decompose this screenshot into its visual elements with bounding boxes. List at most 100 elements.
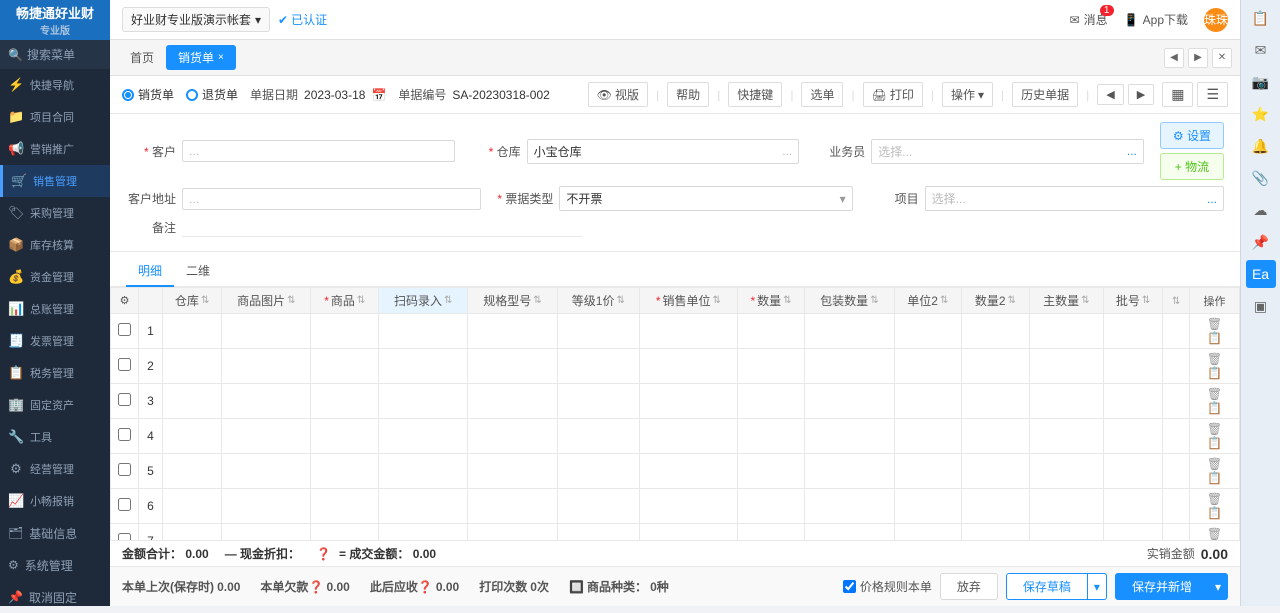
sidebar-item-basicinfo[interactable]: 🗂 基础信息 bbox=[0, 517, 110, 549]
sidebar-search[interactable]: 🔍 搜索菜单 bbox=[0, 40, 110, 69]
row-sale-unit[interactable] bbox=[640, 454, 738, 489]
row-unit2[interactable] bbox=[894, 384, 962, 419]
tab-sale-order[interactable]: 销货单 × bbox=[166, 45, 236, 70]
row-select[interactable] bbox=[111, 314, 139, 349]
right-panel-btn-8[interactable]: 📌 bbox=[1246, 228, 1276, 256]
th-expand[interactable]: ⇅ bbox=[1163, 288, 1190, 314]
copy-icon[interactable]: 📋 bbox=[1207, 471, 1222, 485]
row-pack-qty[interactable] bbox=[805, 524, 894, 541]
row-batch[interactable] bbox=[1103, 349, 1162, 384]
sidebar-item-invoices[interactable]: 🧾 发票管理 bbox=[0, 325, 110, 357]
row-expand[interactable] bbox=[1163, 489, 1190, 524]
btn-shortcut[interactable]: 快捷键 bbox=[728, 82, 782, 107]
delete-icon[interactable]: 🗑 bbox=[1207, 317, 1222, 331]
btn-view-list[interactable]: ☰ bbox=[1197, 82, 1228, 107]
row-expand[interactable] bbox=[1163, 454, 1190, 489]
btn-abandon[interactable]: 放弃 bbox=[940, 573, 998, 600]
row-spec[interactable] bbox=[468, 524, 557, 541]
th-scan-entry[interactable]: 扫码录入⇅ bbox=[379, 288, 468, 314]
btn-save-new-arrow[interactable]: ▾ bbox=[1209, 573, 1228, 600]
right-panel-btn-6[interactable]: 📎 bbox=[1246, 164, 1276, 192]
row-qty2[interactable] bbox=[962, 454, 1030, 489]
sidebar-item-operations[interactable]: ⚙ 经营管理 bbox=[0, 453, 110, 485]
row-main-qty[interactable] bbox=[1029, 454, 1103, 489]
price-rule-check[interactable] bbox=[843, 580, 856, 593]
row-product-img[interactable] bbox=[222, 349, 311, 384]
th-batch[interactable]: 批号⇅ bbox=[1103, 288, 1162, 314]
note-input[interactable] bbox=[182, 217, 582, 237]
row-warehouse[interactable] bbox=[163, 349, 222, 384]
sidebar-item-funds[interactable]: 💰 资金管理 bbox=[0, 261, 110, 293]
row-price[interactable] bbox=[557, 524, 640, 541]
row-qty2[interactable] bbox=[962, 349, 1030, 384]
sidebar-item-sales[interactable]: 🛒 销售管理 bbox=[0, 165, 110, 197]
row-product-img[interactable] bbox=[222, 524, 311, 541]
row-product[interactable] bbox=[311, 349, 379, 384]
row-scan[interactable] bbox=[379, 524, 468, 541]
th-main-qty[interactable]: 主数量⇅ bbox=[1029, 288, 1103, 314]
warehouse-input[interactable]: 小宝仓库 ... bbox=[527, 139, 800, 164]
project-input[interactable]: 选择... ... bbox=[925, 186, 1224, 211]
tab-detail[interactable]: 明细 bbox=[126, 258, 174, 287]
row-product[interactable] bbox=[311, 314, 379, 349]
calendar-icon[interactable]: 📅 bbox=[371, 88, 386, 102]
row-price[interactable] bbox=[557, 384, 640, 419]
sidebar-item-projects[interactable]: 📁 项目合同 bbox=[0, 101, 110, 133]
row-unit2[interactable] bbox=[894, 489, 962, 524]
row-quantity[interactable] bbox=[737, 349, 805, 384]
row-select[interactable] bbox=[111, 524, 139, 541]
row-product[interactable] bbox=[311, 524, 379, 541]
btn-preview[interactable]: 👁 视版 bbox=[588, 82, 648, 107]
copy-icon[interactable]: 📋 bbox=[1207, 506, 1222, 520]
sidebar-item-settings[interactable]: ⚙ 系统管理 bbox=[0, 549, 110, 581]
row-expand[interactable] bbox=[1163, 349, 1190, 384]
btn-history[interactable]: 历史单据 bbox=[1012, 82, 1078, 107]
sidebar-item-tax[interactable]: 📋 税务管理 bbox=[0, 357, 110, 389]
row-product-img[interactable] bbox=[222, 454, 311, 489]
row-scan[interactable] bbox=[379, 489, 468, 524]
delete-icon[interactable]: 🗑 bbox=[1207, 457, 1222, 471]
btn-next-doc[interactable]: ▶ bbox=[1128, 84, 1154, 105]
sidebar-item-reports[interactable]: 📈 小畅报销 bbox=[0, 485, 110, 517]
invoice-select[interactable]: 不开票 ▾ bbox=[559, 186, 852, 211]
copy-icon[interactable]: 📋 bbox=[1207, 401, 1222, 415]
th-settings[interactable]: ⚙ bbox=[111, 288, 139, 314]
row-batch[interactable] bbox=[1103, 489, 1162, 524]
row-unit2[interactable] bbox=[894, 314, 962, 349]
row-product[interactable] bbox=[311, 419, 379, 454]
row-spec[interactable] bbox=[468, 314, 557, 349]
right-panel-btn-2[interactable]: ✉ bbox=[1246, 36, 1276, 64]
th-pack-qty[interactable]: 包装数量⇅ bbox=[805, 288, 894, 314]
tab-close-icon[interactable]: × bbox=[218, 52, 224, 63]
th-warehouse[interactable]: 仓库⇅ bbox=[163, 288, 222, 314]
row-batch[interactable] bbox=[1103, 524, 1162, 541]
row-sale-unit[interactable] bbox=[640, 489, 738, 524]
row-quantity[interactable] bbox=[737, 524, 805, 541]
row-quantity[interactable] bbox=[737, 314, 805, 349]
row-qty2[interactable] bbox=[962, 489, 1030, 524]
btn-view-grid[interactable]: ▦ bbox=[1162, 82, 1193, 107]
copy-icon[interactable]: 📋 bbox=[1207, 366, 1222, 380]
row-quantity[interactable] bbox=[737, 419, 805, 454]
sidebar-item-marketing[interactable]: 📢 营销推广 bbox=[0, 133, 110, 165]
table-container[interactable]: ⚙ 仓库⇅ 商品图片⇅ *商品⇅ 扫码录入⇅ bbox=[110, 287, 1240, 540]
row-expand[interactable] bbox=[1163, 384, 1190, 419]
delete-icon[interactable]: 🗑 bbox=[1207, 527, 1222, 540]
btn-operation[interactable]: 操作 ▾ bbox=[942, 82, 993, 107]
row-spec[interactable] bbox=[468, 419, 557, 454]
row-main-qty[interactable] bbox=[1029, 489, 1103, 524]
app-download-btn[interactable]: 📱 App下载 bbox=[1124, 11, 1188, 28]
btn-help[interactable]: 帮助 bbox=[667, 82, 709, 107]
salesperson-more[interactable]: ... bbox=[1127, 144, 1137, 158]
row-pack-qty[interactable] bbox=[805, 489, 894, 524]
row-warehouse[interactable] bbox=[163, 454, 222, 489]
row-spec[interactable] bbox=[468, 349, 557, 384]
row-product[interactable] bbox=[311, 489, 379, 524]
salesperson-input[interactable]: 选择... ... bbox=[871, 139, 1144, 164]
copy-icon[interactable]: 📋 bbox=[1207, 331, 1222, 345]
row-scan[interactable] bbox=[379, 384, 468, 419]
th-quantity[interactable]: *数量⇅ bbox=[737, 288, 805, 314]
radio-return[interactable]: 退货单 bbox=[186, 86, 238, 103]
row-batch[interactable] bbox=[1103, 314, 1162, 349]
row-expand[interactable] bbox=[1163, 314, 1190, 349]
